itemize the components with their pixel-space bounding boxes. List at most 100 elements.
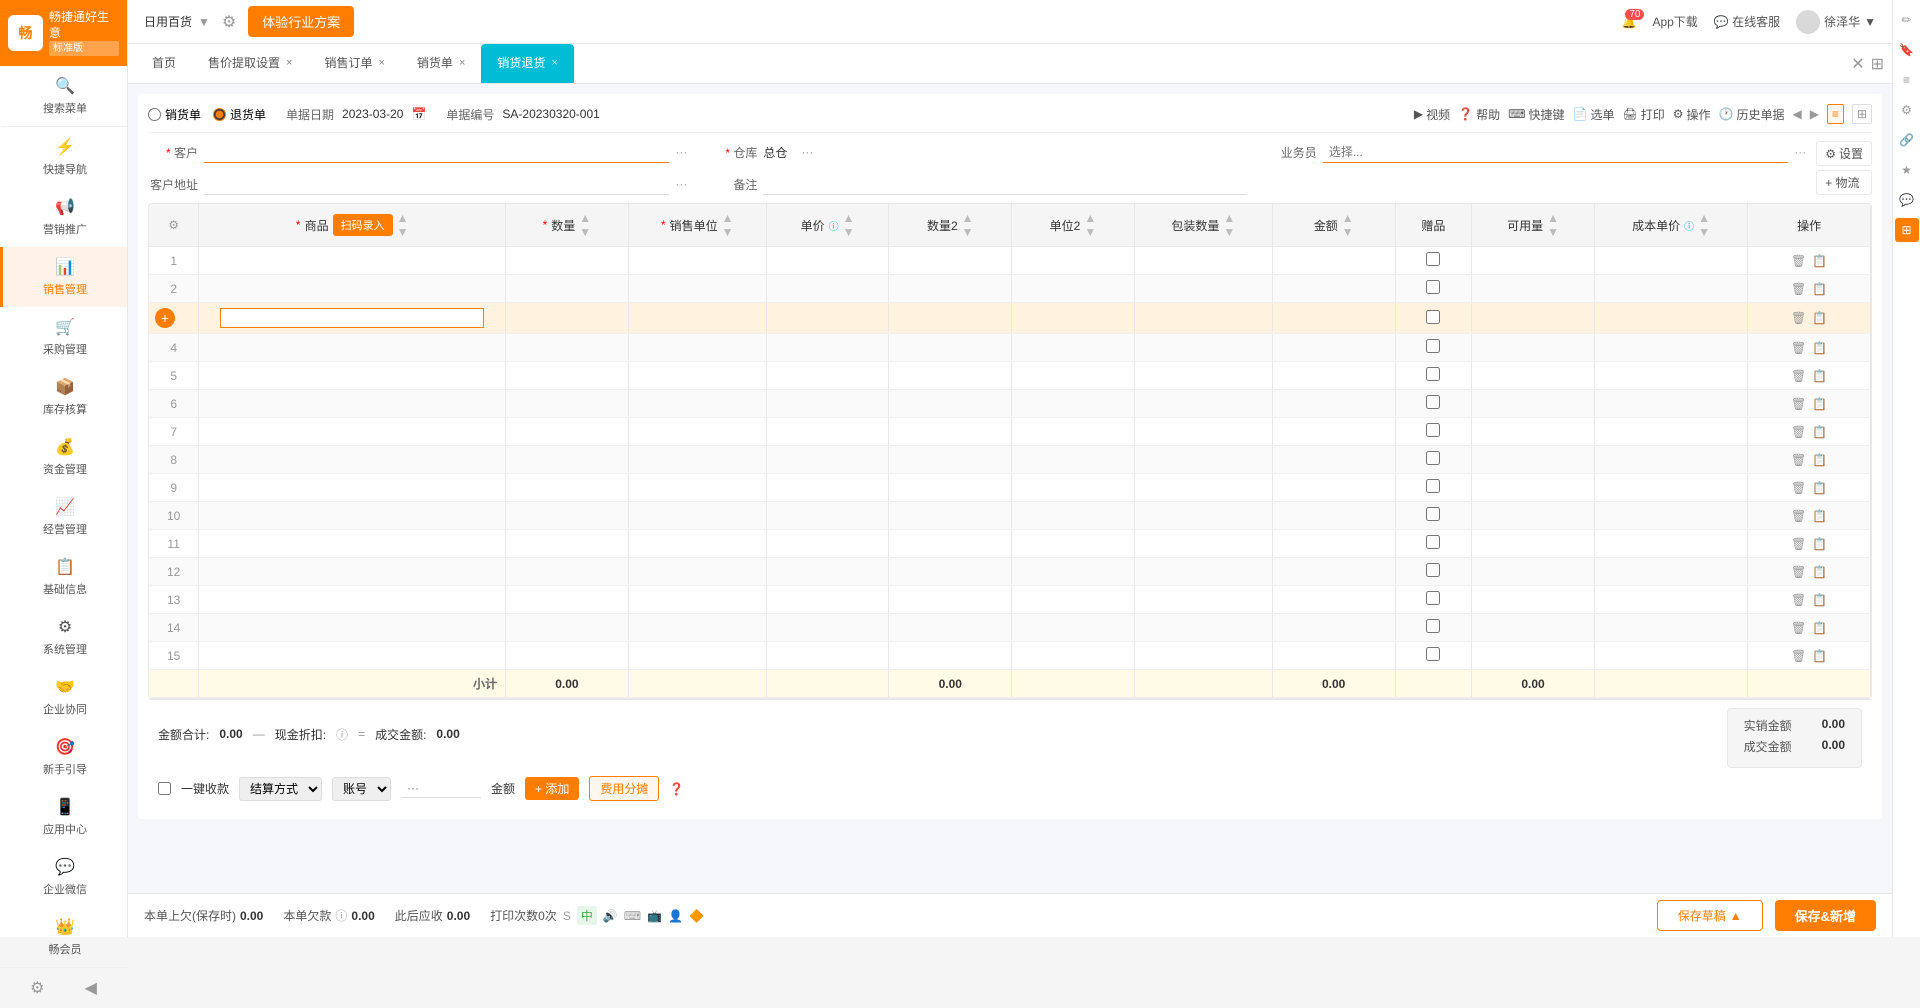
product-cell[interactable]: [199, 614, 506, 642]
qty-cell[interactable]: [506, 418, 629, 446]
view-list-icon[interactable]: ≡: [1827, 104, 1844, 124]
sidebar-item-sales-mgmt[interactable]: 📊 销售管理: [0, 247, 127, 307]
product-cell[interactable]: [199, 418, 506, 446]
unit-price-cell[interactable]: [766, 614, 889, 642]
scan-input-button[interactable]: 扫码录入: [333, 214, 393, 236]
copy-row-icon[interactable]: 📋: [1812, 481, 1827, 495]
salesperson-dots-btn[interactable]: ···: [1794, 145, 1806, 159]
cost-price-cell[interactable]: [1594, 474, 1747, 502]
copy-row-icon[interactable]: 📋: [1812, 397, 1827, 411]
sales-unit-cell[interactable]: [628, 334, 766, 362]
qty-cell[interactable]: [506, 362, 629, 390]
add-row-button[interactable]: +: [155, 308, 175, 328]
sidebar-item-enterprise[interactable]: 🤝 企业协同: [0, 667, 127, 727]
product-cell[interactable]: [199, 558, 506, 586]
sidebar-item-base-info[interactable]: 📋 基础信息: [0, 547, 127, 607]
right-panel-star-icon[interactable]: ★: [1895, 158, 1919, 182]
qty2-cell[interactable]: [889, 558, 1012, 586]
delete-row-icon[interactable]: 🗑: [1791, 621, 1806, 635]
sidebar-item-system-mgmt[interactable]: ⚙ 系统管理: [0, 607, 127, 667]
toolbar-shortcut[interactable]: ⌨ 快捷键: [1508, 106, 1564, 123]
delete-row-icon[interactable]: 🗑: [1791, 311, 1806, 325]
right-panel-bookmark-icon[interactable]: 🔖: [1895, 38, 1919, 62]
unit2-cell[interactable]: [1012, 502, 1135, 530]
copy-row-icon[interactable]: 📋: [1812, 254, 1827, 268]
sales-unit-cell[interactable]: [628, 502, 766, 530]
delete-row-icon[interactable]: 🗑: [1791, 425, 1806, 439]
amount-cell[interactable]: [1272, 446, 1395, 474]
account-input[interactable]: [401, 779, 481, 798]
qty-cell[interactable]: [506, 247, 629, 275]
available-cell[interactable]: [1472, 247, 1595, 275]
package-qty-cell[interactable]: [1134, 558, 1272, 586]
tab-home[interactable]: 首页: [136, 44, 192, 83]
gift-checkbox[interactable]: [1426, 591, 1440, 605]
qty2-cell[interactable]: [889, 418, 1012, 446]
sidebar-item-new-guide[interactable]: 🎯 新手引导: [0, 727, 127, 787]
available-cell[interactable]: [1472, 362, 1595, 390]
qty-cell[interactable]: [506, 334, 629, 362]
package-qty-cell[interactable]: [1134, 586, 1272, 614]
qty-cell[interactable]: [506, 586, 629, 614]
unit-price-cell[interactable]: [766, 474, 889, 502]
product-cell[interactable]: [199, 530, 506, 558]
add-button[interactable]: + 添加: [525, 777, 579, 800]
unit2-cell[interactable]: [1012, 334, 1135, 362]
product-cell[interactable]: [199, 247, 506, 275]
available-cell[interactable]: [1472, 303, 1595, 334]
gift-checkbox[interactable]: [1426, 280, 1440, 294]
copy-row-icon[interactable]: 📋: [1812, 282, 1827, 296]
right-panel-edit-icon[interactable]: ✏: [1895, 8, 1919, 32]
cost-price-cell[interactable]: [1594, 334, 1747, 362]
unit-price-cell[interactable]: [766, 303, 889, 334]
unit-price-cell[interactable]: [766, 275, 889, 303]
addr-dots-btn[interactable]: ···: [675, 177, 687, 191]
sidebar-item-finance[interactable]: 💰 资金管理: [0, 427, 127, 487]
delete-row-icon[interactable]: 🗑: [1791, 341, 1806, 355]
product-cell[interactable]: [199, 586, 506, 614]
gift-checkbox[interactable]: [1426, 367, 1440, 381]
sales-unit-cell[interactable]: [628, 275, 766, 303]
sidebar-collapse-icon[interactable]: ◀: [85, 978, 97, 998]
unit-price-cell[interactable]: [766, 418, 889, 446]
product-cell[interactable]: [199, 474, 506, 502]
unit2-cell[interactable]: [1012, 558, 1135, 586]
available-cell[interactable]: [1472, 614, 1595, 642]
package-qty-cell[interactable]: [1134, 642, 1272, 670]
qty2-cell[interactable]: [889, 502, 1012, 530]
product-cell[interactable]: [199, 502, 506, 530]
unit-price-cell[interactable]: [766, 642, 889, 670]
unit2-cell[interactable]: [1012, 390, 1135, 418]
cost-price-cell[interactable]: [1594, 530, 1747, 558]
amount-cell[interactable]: [1272, 303, 1395, 334]
copy-row-icon[interactable]: 📋: [1812, 369, 1827, 383]
fee-split-button[interactable]: 费用分摊: [589, 776, 659, 801]
right-panel-settings-icon[interactable]: ⚙: [1895, 98, 1919, 122]
gift-checkbox[interactable]: [1426, 563, 1440, 577]
tab-close-all-icon[interactable]: ✕: [1851, 54, 1864, 74]
unit-price-cell[interactable]: [766, 558, 889, 586]
save-draft-button[interactable]: 保存草稿 ▲: [1657, 900, 1763, 931]
unit-price-cell[interactable]: [766, 446, 889, 474]
radio-return[interactable]: 退货单: [213, 106, 266, 123]
copy-row-icon[interactable]: 📋: [1812, 621, 1827, 635]
available-cell[interactable]: [1472, 642, 1595, 670]
amount-cell[interactable]: [1272, 418, 1395, 446]
available-cell[interactable]: [1472, 334, 1595, 362]
sales-unit-cell[interactable]: [628, 614, 766, 642]
sidebar-item-inventory[interactable]: 📦 库存核算: [0, 367, 127, 427]
delete-row-icon[interactable]: 🗑: [1791, 537, 1806, 551]
delete-row-icon[interactable]: 🗑: [1791, 397, 1806, 411]
package-qty-cell[interactable]: [1134, 530, 1272, 558]
sidebar-item-marketing[interactable]: 📢 营销推广: [0, 187, 127, 247]
qty2-cell[interactable]: [889, 303, 1012, 334]
sales-unit-cell[interactable]: [628, 362, 766, 390]
notification-bell[interactable]: 🔔 70: [1621, 15, 1636, 29]
toolbar-help[interactable]: ❓ 帮助: [1458, 106, 1500, 123]
delete-row-icon[interactable]: 🗑: [1791, 453, 1806, 467]
available-cell[interactable]: [1472, 418, 1595, 446]
sidebar-item-shortcut[interactable]: ⚡ 快捷导航: [0, 127, 127, 187]
qty-cell[interactable]: [506, 642, 629, 670]
gift-checkbox[interactable]: [1426, 252, 1440, 266]
qty2-cell[interactable]: [889, 247, 1012, 275]
